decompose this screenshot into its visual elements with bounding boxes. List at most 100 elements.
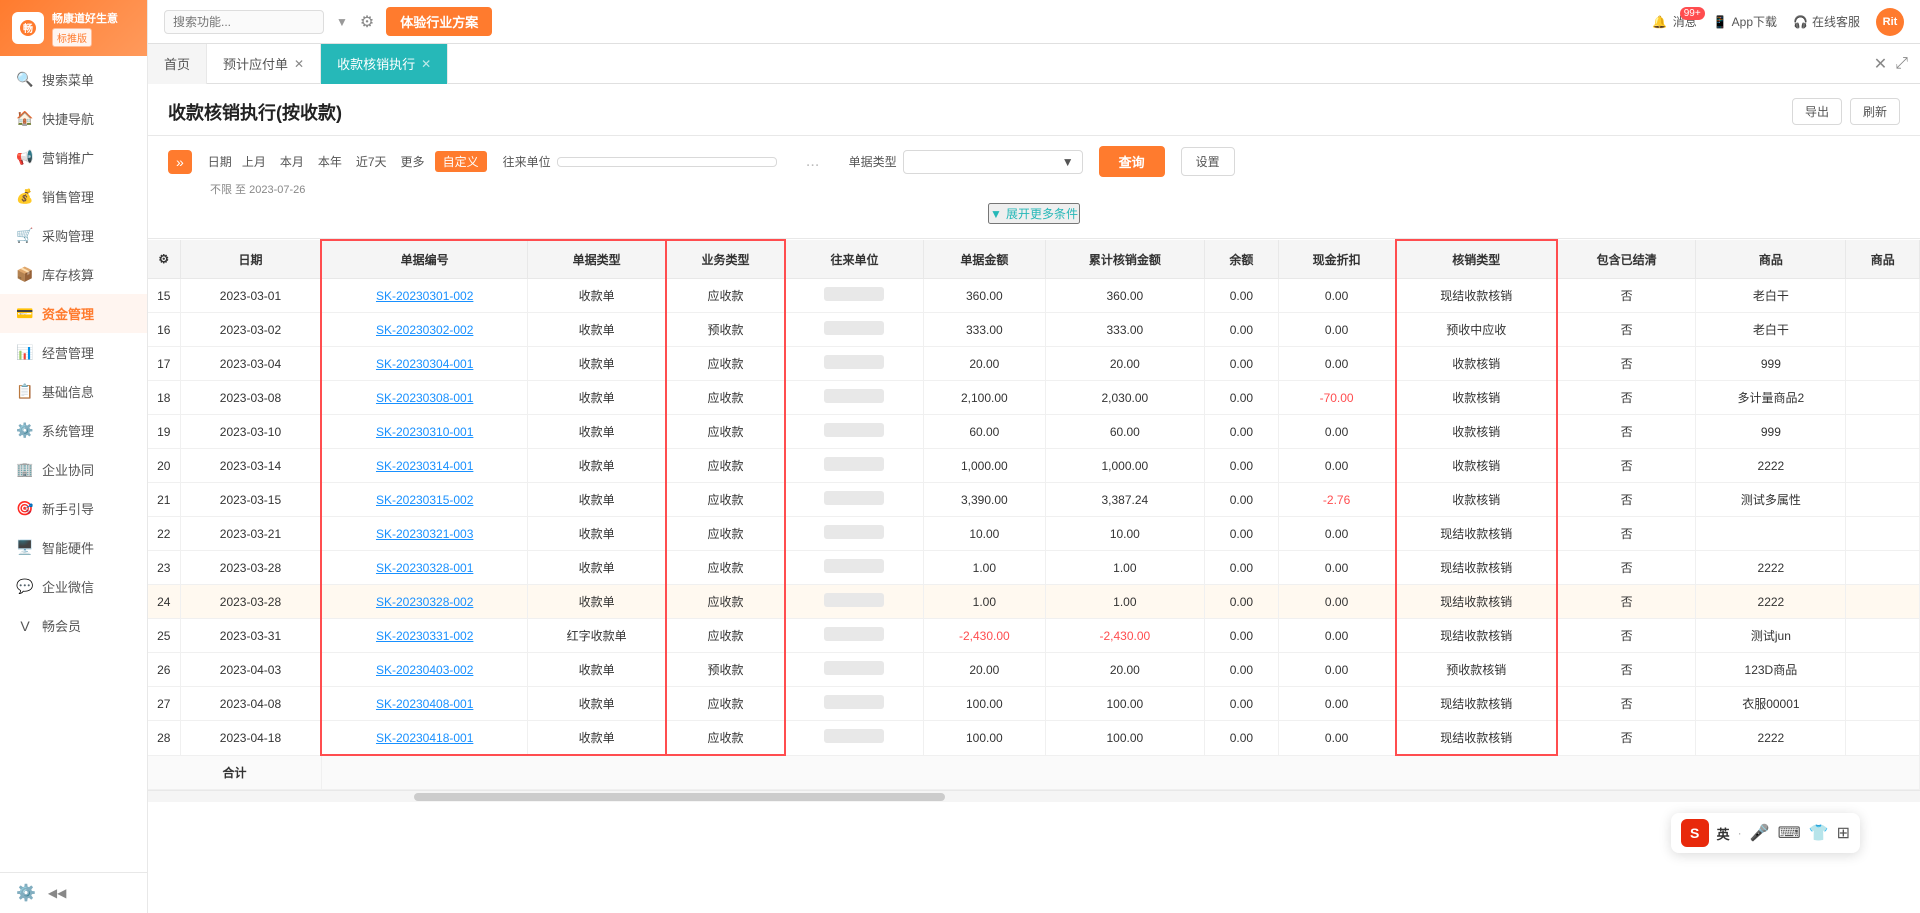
app-download-button[interactable]: 📱 App下载	[1713, 13, 1777, 30]
cell-sn[interactable]: SK-20230304-001	[321, 347, 527, 381]
settings-gear-icon[interactable]: ⚙	[360, 12, 374, 32]
cell-sn[interactable]: SK-20230408-001	[321, 687, 527, 721]
cell-no: 17	[148, 347, 180, 381]
tab-close-payable[interactable]: ✕	[294, 57, 304, 71]
query-button[interactable]: 查询	[1099, 146, 1165, 177]
cell-accum: 333.00	[1045, 313, 1205, 347]
voucher-type-select[interactable]: ▼	[903, 150, 1083, 174]
sn-link[interactable]: SK-20230328-002	[376, 595, 473, 609]
cell-settled: 否	[1557, 551, 1696, 585]
sidebar-item-search[interactable]: 🔍搜索菜单	[0, 60, 147, 99]
expand-tabs-icon[interactable]: ⤢	[1895, 55, 1908, 73]
filter-7days[interactable]: 近7天	[352, 151, 391, 172]
operation-icon: 📊	[16, 344, 34, 362]
sidebar-item-guide[interactable]: 🎯新手引导	[0, 489, 147, 528]
sn-link[interactable]: SK-20230315-002	[376, 493, 473, 507]
tab-label-home: 首页	[164, 54, 190, 73]
sidebar-item-vip[interactable]: V畅会员	[0, 606, 147, 645]
sidebar-item-marketing[interactable]: 📢营销推广	[0, 138, 147, 177]
tabbar-controls: ✕ ⤢	[1862, 54, 1920, 74]
system-icon: ⚙️	[16, 422, 34, 440]
dropdown-arrow-icon[interactable]: ▼	[336, 15, 348, 29]
cell-sn[interactable]: SK-20230328-002	[321, 585, 527, 619]
filter-custom-btn[interactable]: 自定义	[435, 151, 487, 172]
collapse-icon[interactable]: ◀◀	[48, 886, 66, 900]
sn-link[interactable]: SK-20230308-001	[376, 391, 473, 405]
cell-accum: 1.00	[1045, 585, 1205, 619]
sidebar-item-quicknav[interactable]: 🏠快捷导航	[0, 99, 147, 138]
th-verif-type: 核销类型	[1396, 240, 1557, 279]
sn-link[interactable]: SK-20230302-002	[376, 323, 473, 337]
th-type: 单据类型	[527, 240, 666, 279]
partner-input[interactable]	[557, 157, 777, 167]
filter-toggle-button[interactable]: »	[168, 150, 192, 174]
sidebar-item-basic[interactable]: 📋基础信息	[0, 372, 147, 411]
cell-sn[interactable]: SK-20230308-001	[321, 381, 527, 415]
sn-link[interactable]: SK-20230301-002	[376, 289, 473, 303]
filter-this-year[interactable]: 本年	[314, 151, 346, 172]
cell-sn[interactable]: SK-20230301-002	[321, 279, 527, 313]
cell-biz-type: 应收款	[666, 687, 784, 721]
cell-sn[interactable]: SK-20230331-002	[321, 619, 527, 653]
cell-sn[interactable]: SK-20230418-001	[321, 721, 527, 756]
sidebar-item-operation[interactable]: 📊经营管理	[0, 333, 147, 372]
sn-link[interactable]: SK-20230314-001	[376, 459, 473, 473]
cell-sn[interactable]: SK-20230302-002	[321, 313, 527, 347]
sidebar-item-wechat[interactable]: 💬企业微信	[0, 567, 147, 606]
tab-payable[interactable]: 预计应付单✕	[207, 44, 321, 84]
cell-sn[interactable]: SK-20230403-002	[321, 653, 527, 687]
keyboard-icon[interactable]: ⌨	[1778, 823, 1801, 843]
cell-sn[interactable]: SK-20230328-001	[321, 551, 527, 585]
filter-this-month[interactable]: 本月	[276, 151, 308, 172]
sn-link[interactable]: SK-20230331-002	[376, 629, 473, 643]
sn-link[interactable]: SK-20230418-001	[376, 731, 473, 745]
th-sn: 单据编号	[321, 240, 527, 279]
refresh-button[interactable]: 刷新	[1850, 98, 1900, 125]
filter-more[interactable]: 更多	[397, 151, 429, 172]
sidebar-item-enterprise[interactable]: 🏢企业协同	[0, 450, 147, 489]
cell-goods1: 多计量商品2	[1696, 381, 1846, 415]
sn-link[interactable]: SK-20230310-001	[376, 425, 473, 439]
notification-button[interactable]: 🔔 99+ 消息	[1652, 13, 1696, 30]
avatar[interactable]: Rit	[1876, 8, 1904, 36]
cell-sn[interactable]: SK-20230314-001	[321, 449, 527, 483]
shirt-icon[interactable]: 👕	[1809, 823, 1829, 843]
sn-link[interactable]: SK-20230304-001	[376, 357, 473, 371]
cell-partner	[785, 551, 924, 585]
search-input[interactable]	[164, 10, 324, 34]
cell-sn[interactable]: SK-20230315-002	[321, 483, 527, 517]
sidebar-item-purchase[interactable]: 🛒采购管理	[0, 216, 147, 255]
grid-icon[interactable]: ⊞	[1837, 823, 1850, 843]
close-tab-icon[interactable]: ✕	[1874, 54, 1887, 74]
cell-biz-type: 预收款	[666, 313, 784, 347]
export-button[interactable]: 导出	[1792, 98, 1842, 125]
mic-icon[interactable]: 🎤	[1750, 823, 1770, 843]
cell-date: 2023-03-15	[180, 483, 321, 517]
sn-link[interactable]: SK-20230408-001	[376, 697, 473, 711]
tab-home[interactable]: 首页	[148, 44, 207, 84]
sidebar-item-sales[interactable]: 💰销售管理	[0, 177, 147, 216]
sn-link[interactable]: SK-20230328-001	[376, 561, 473, 575]
scroll-thumb[interactable]	[414, 793, 946, 801]
sidebar-item-hardware[interactable]: 🖥️智能硬件	[0, 528, 147, 567]
sn-link[interactable]: SK-20230321-003	[376, 527, 473, 541]
cell-sn[interactable]: SK-20230310-001	[321, 415, 527, 449]
expand-conditions-button[interactable]: ▼ 展开更多条件	[988, 203, 1080, 224]
settings-button[interactable]: 设置	[1181, 147, 1235, 176]
sn-link[interactable]: SK-20230403-002	[376, 663, 473, 677]
sidebar-item-finance[interactable]: 💳资金管理	[0, 294, 147, 333]
solution-button[interactable]: 体验行业方案	[386, 7, 492, 36]
scroll-bar[interactable]	[148, 790, 1920, 802]
th-settings[interactable]: ⚙	[148, 240, 180, 279]
sidebar-item-inventory[interactable]: 📦库存核算	[0, 255, 147, 294]
sidebar-item-system[interactable]: ⚙️系统管理	[0, 411, 147, 450]
filter-last-month[interactable]: 上月	[238, 151, 270, 172]
cell-discount: 0.00	[1278, 721, 1395, 756]
settings-icon[interactable]: ⚙️	[16, 883, 36, 903]
cell-sn[interactable]: SK-20230321-003	[321, 517, 527, 551]
tab-collection[interactable]: 收款核销执行✕	[321, 44, 448, 84]
service-button[interactable]: 🎧 在线客服	[1793, 13, 1860, 30]
tab-close-collection[interactable]: ✕	[421, 57, 431, 71]
sidebar-label-purchase: 采购管理	[42, 226, 94, 245]
table-row: 19 2023-03-10 SK-20230310-001 收款单 应收款 60…	[148, 415, 1920, 449]
